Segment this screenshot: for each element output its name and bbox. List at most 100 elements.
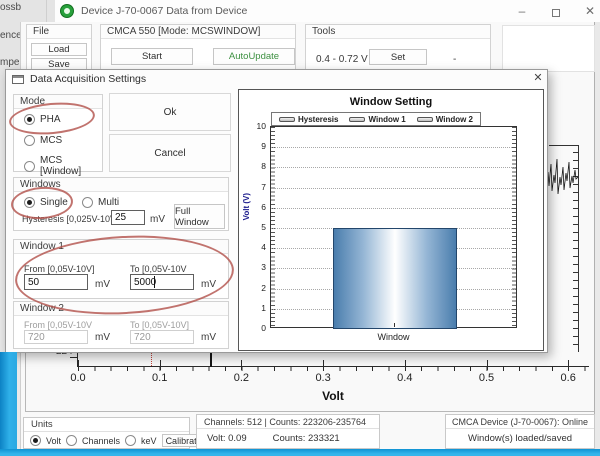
set-button[interactable]: Set (369, 49, 427, 65)
device-status-message: Window(s) loaded/saved (467, 433, 573, 444)
ws-ytick-label: 1 (261, 302, 266, 313)
voltage-range-label: 0.4 - 0.72 V (316, 54, 368, 65)
cyan-edge-strip-left (0, 352, 17, 456)
x-axis-tick (393, 323, 395, 327)
dialog-close-button[interactable]: ✕ (530, 71, 546, 86)
radio-single[interactable] (24, 197, 35, 208)
units-panel: Units Volt Channels keV Calibrate (23, 417, 206, 449)
window2-to-input (130, 330, 194, 344)
ws-ytick-label: 0 (261, 323, 266, 333)
legend-item: Window 2 (416, 114, 474, 124)
legend-label: Window 1 (368, 114, 406, 124)
cyan-edge-strip-bottom (0, 449, 600, 456)
window-title: Device J-70-0067 Data from Device (81, 5, 248, 17)
radio-mcs-window[interactable] (24, 160, 35, 172)
ws-gridline (271, 207, 516, 209)
radio-label: MCS (40, 135, 63, 146)
ws-gridline (271, 167, 516, 169)
window-right-border (594, 22, 595, 449)
y-axis-title: Volt (V) (242, 193, 251, 221)
window2-from-input (24, 330, 88, 344)
ws-legend: Hysteresis Window 1 Window 2 (271, 112, 482, 126)
unit-label: mV (150, 214, 165, 225)
ws-ytick-label: 3 (261, 262, 266, 273)
group-header: Windows (14, 178, 228, 192)
unit-label: mV (95, 332, 110, 343)
ws-ytick-label: 8 (261, 161, 266, 172)
window1-bar (333, 228, 457, 329)
legend-label: Window 2 (435, 114, 474, 124)
hysteresis-input[interactable] (111, 210, 145, 225)
legend-item: Hysteresis (279, 115, 338, 124)
radio-label: Multi (98, 197, 120, 208)
panel-header: Units (24, 418, 189, 432)
to-label: To [0,05V-10V (130, 264, 187, 274)
group-header: Window 1 (14, 240, 228, 254)
acquisition-panel: Channels: 512 | Counts: 223206-235764 Vo… (196, 414, 380, 449)
maximize-button[interactable] (545, 2, 567, 20)
legend-swatch-icon (349, 116, 366, 122)
mode-group: Mode PHA MCS MCS [Window] (13, 94, 103, 177)
ws-ytick-label: 2 (261, 282, 266, 293)
maximize-icon (552, 9, 560, 17)
panel-header: Channels: 512 | Counts: 223206-235764 (197, 415, 379, 429)
screenshot-root: ossb ence: mpe Device J-70-0067 Data fro… (0, 0, 600, 456)
close-button[interactable]: ✕ (579, 2, 600, 20)
radio-mcs[interactable] (24, 135, 35, 146)
windows-group: Windows Single Multi Hysteresis [0,025V-… (13, 177, 229, 231)
full-window-button[interactable]: Full Window (174, 204, 225, 229)
to-label: To [0,05V-10V] (130, 320, 190, 330)
ws-gridline (271, 187, 516, 189)
minimize-button[interactable]: – (511, 2, 533, 20)
cancel-button[interactable]: Cancel (109, 134, 231, 172)
radio-multi[interactable] (82, 197, 93, 208)
radio-label: Single (40, 197, 68, 208)
counts-readout: Counts: 233321 (272, 433, 340, 444)
text-cursor (154, 276, 155, 288)
legend-swatch-icon (279, 116, 295, 122)
ok-button[interactable]: Ok (109, 93, 231, 131)
radio-pha[interactable] (24, 114, 35, 125)
dialog-icon (12, 75, 24, 84)
toolbar-empty-panel (502, 25, 595, 72)
volt-readout: Volt: 0.09 (207, 433, 247, 444)
window2-group: Window 2 From [0,05V-10V mV To [0,05V-10… (13, 301, 229, 349)
window1-to-input[interactable] (130, 274, 194, 290)
group-header: Tools (306, 25, 490, 39)
group-header: Mode (14, 95, 102, 109)
dialog-title: Data Acquisition Settings (30, 73, 147, 85)
radio-channels[interactable] (66, 435, 78, 446)
window-titlebar: Device J-70-0067 Data from Device – ✕ (55, 0, 600, 22)
ws-ytick-label: 7 (261, 181, 266, 192)
autoupdate-button[interactable]: AutoUpdate (213, 48, 295, 65)
ws-ytick-label: 4 (261, 242, 266, 253)
unit-label: mV (201, 279, 216, 290)
app-icon (61, 5, 73, 17)
radio-label: PHA (40, 114, 61, 125)
radio-kev[interactable] (125, 435, 137, 446)
radio-label: Volt (46, 435, 62, 446)
window-setting-chart: Window Setting Hysteresis Window 1 Window … (238, 89, 544, 351)
window1-from-input[interactable] (24, 274, 88, 290)
legend-item: Window 1 (349, 114, 406, 124)
ws-ytick-label: 5 (261, 222, 266, 232)
window1-group: Window 1 From [0,05V-10V] mV To [0,05V-1… (13, 239, 229, 299)
panel-header: CMCA Device (J-70-0067): Online (446, 415, 594, 429)
start-button[interactable]: Start (111, 48, 193, 65)
radio-label: MCS [Window] (40, 155, 82, 177)
radio-label: Channels (82, 435, 121, 446)
unit-label: mV (95, 279, 110, 290)
background-text-fragment: ossb (0, 2, 22, 13)
from-label: From [0,05V-10V] (24, 264, 95, 274)
chart-title: Window Setting (349, 96, 433, 108)
group-header: File (27, 25, 91, 39)
legend-label: Hysteresis (298, 114, 339, 124)
data-acquisition-settings-dialog: Data Acquisition Settings ✕ Mode PHA MCS… (5, 69, 548, 353)
hysteresis-label: Hysteresis [0,025V-10V] (22, 214, 119, 224)
ws-ytick-label: 10 (256, 121, 266, 131)
radio-volt[interactable] (30, 435, 41, 446)
ws-plot (270, 126, 517, 329)
load-button[interactable]: Load (31, 43, 87, 56)
background-text-fragment: mpe (0, 57, 20, 68)
group-header: CMCA 550 [Mode: MCSWINDOW] (101, 25, 295, 39)
